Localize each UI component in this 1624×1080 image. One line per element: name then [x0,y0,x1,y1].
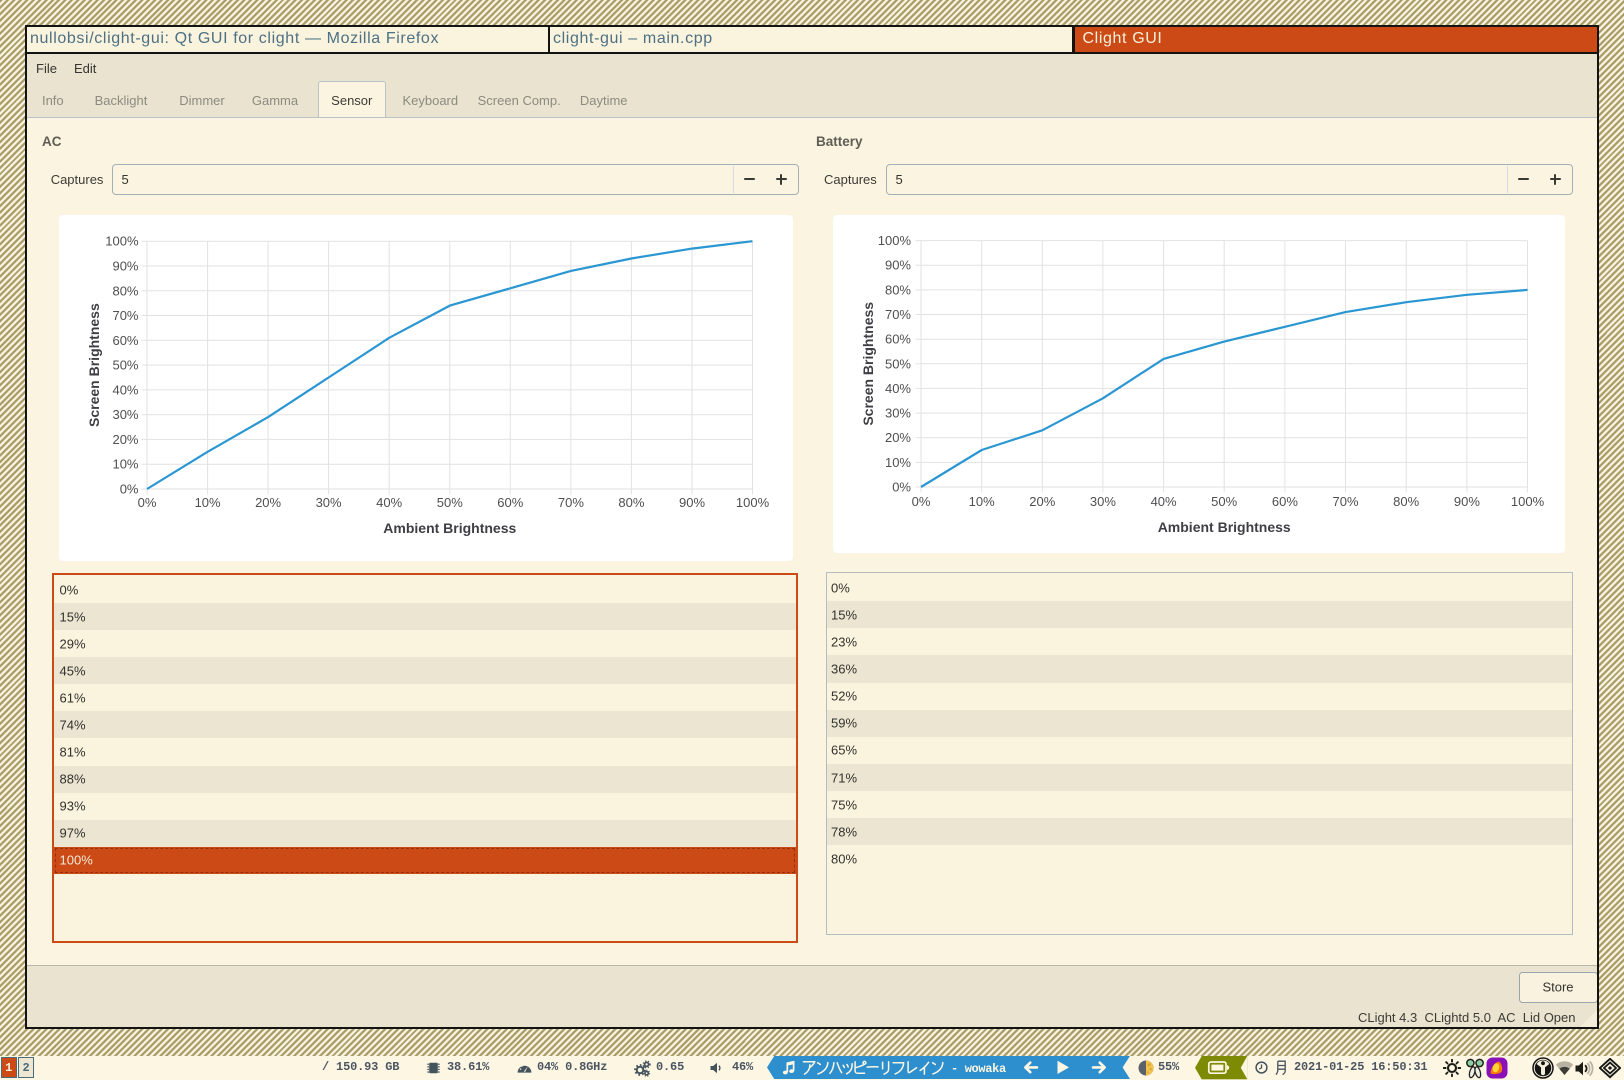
svg-text:50%: 50% [1211,494,1237,509]
svg-text:50%: 50% [437,495,463,510]
svg-text:- wowaka: - wowaka [951,1062,1006,1076]
svg-text:80%: 80% [1393,494,1419,509]
svg-text:0%: 0% [912,494,931,509]
svg-text:20%: 20% [885,430,911,445]
svg-text:70%: 70% [558,495,584,510]
svg-text:90%: 90% [885,258,911,273]
svg-text:80%: 80% [112,283,138,298]
svg-text:90%: 90% [1454,494,1480,509]
svg-text:10%: 10% [195,495,221,510]
svg-text:40%: 40% [112,382,138,397]
svg-text:40%: 40% [376,495,402,510]
svg-text:30%: 30% [885,406,911,421]
svg-text:100%: 100% [878,233,912,248]
svg-text:90%: 90% [679,495,705,510]
svg-text:80%: 80% [618,495,644,510]
svg-text:90%: 90% [112,259,138,274]
svg-text:40%: 40% [885,381,911,396]
svg-text:70%: 70% [112,308,138,323]
svg-text:Screen Brightness: Screen Brightness [860,302,876,426]
svg-text:20%: 20% [255,495,281,510]
svg-text:20%: 20% [1029,494,1055,509]
svg-text:20%: 20% [112,432,138,447]
svg-text:70%: 70% [885,307,911,322]
svg-text:60%: 60% [497,495,523,510]
svg-text:10%: 10% [885,455,911,470]
svg-text:0%: 0% [120,482,139,497]
svg-text:40%: 40% [1151,494,1177,509]
svg-text:70%: 70% [1332,494,1358,509]
svg-text:Screen Brightness: Screen Brightness [86,303,102,427]
svg-text:80%: 80% [885,282,911,297]
svg-text:100%: 100% [105,234,139,249]
svg-text:30%: 30% [316,495,342,510]
svg-text:30%: 30% [1090,494,1116,509]
svg-text:50%: 50% [885,356,911,371]
svg-text:10%: 10% [112,457,138,472]
svg-text:Ambient Brightness: Ambient Brightness [383,520,516,536]
svg-text:0%: 0% [892,480,911,495]
svg-text:10%: 10% [969,494,995,509]
svg-text:100%: 100% [736,495,770,510]
svg-text:0%: 0% [138,495,157,510]
svg-text:60%: 60% [112,333,138,348]
svg-text:100%: 100% [1511,494,1545,509]
svg-text:60%: 60% [885,332,911,347]
svg-text:Ambient Brightness: Ambient Brightness [1158,519,1291,535]
svg-text:30%: 30% [112,407,138,422]
svg-text:60%: 60% [1272,494,1298,509]
svg-text:50%: 50% [112,358,138,373]
